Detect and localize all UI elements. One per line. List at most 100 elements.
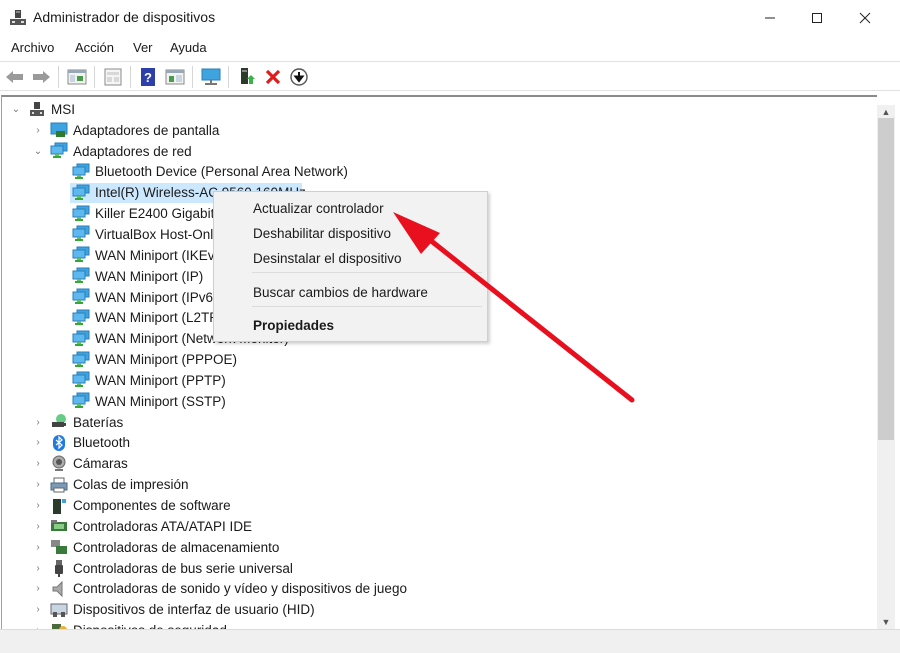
update-driver-button[interactable] [236, 66, 258, 88]
storage-controller-icon [50, 538, 68, 556]
menu-item-update-driver[interactable]: Actualizar controlador [253, 201, 384, 216]
tree-label: Cámaras [73, 456, 128, 472]
tree-device[interactable]: WAN Miniport (PPPOE) [2, 350, 872, 370]
menu-separator [252, 306, 482, 307]
menu-item-scan-hardware[interactable]: Buscar cambios de hardware [253, 285, 428, 300]
close-icon [859, 12, 871, 24]
device-manager-icon [9, 9, 27, 27]
disable-device-button[interactable] [288, 66, 310, 88]
forward-button[interactable] [30, 66, 52, 88]
tree-label: Dispositivos de interfaz de usuario (HID… [73, 602, 315, 618]
ide-controller-icon [50, 517, 68, 535]
tree-category[interactable]: › Controladoras de sonido y vídeo y dispo… [2, 579, 872, 599]
menu-ayuda[interactable]: Ayuda [170, 40, 207, 55]
chevron-right-icon[interactable]: › [33, 583, 43, 594]
network-adapter-icon [72, 225, 90, 243]
chevron-down-icon[interactable]: ⌄ [11, 104, 21, 115]
uninstall-device-button[interactable] [262, 66, 284, 88]
close-button[interactable] [842, 0, 888, 36]
tree-category[interactable]: › Controladoras de almacenamiento [2, 537, 872, 557]
network-adapter-icon [72, 309, 90, 327]
tree-label: Adaptadores de red [73, 143, 192, 159]
back-button[interactable] [4, 66, 26, 88]
tree-category[interactable]: › Controladoras ATA/ATAPI IDE [2, 516, 872, 536]
tree-category[interactable]: › Dispositivos de interfaz de usuario (HI… [2, 600, 872, 620]
menu-item-disable-device[interactable]: Deshabilitar dispositivo [253, 226, 391, 241]
network-adapter-icon [72, 205, 90, 223]
chevron-down-icon[interactable]: ⌄ [33, 146, 43, 157]
console-tree-button[interactable] [66, 66, 88, 88]
tree-device[interactable]: Bluetooth Device (Personal Area Network) [2, 162, 872, 182]
chevron-right-icon[interactable]: › [33, 500, 43, 511]
network-adapter-icon [72, 163, 90, 181]
tree-category[interactable]: › Baterías [2, 412, 872, 432]
network-adapter-icon [72, 267, 90, 285]
chevron-right-icon[interactable]: › [33, 437, 43, 448]
tree-label: WAN Miniport (L2TP) [95, 310, 223, 326]
action-pane-button[interactable] [164, 66, 186, 88]
network-adapter-icon [72, 392, 90, 410]
uninstall-device-icon [265, 69, 281, 85]
chevron-right-icon[interactable]: › [33, 417, 43, 428]
network-adapter-icon [72, 371, 90, 389]
tree-label: WAN Miniport (IP) [95, 268, 204, 284]
tree-label: Controladoras de bus serie universal [73, 560, 293, 576]
forward-arrow-icon [33, 71, 50, 83]
device-tree: ⌄ MSI › Adaptadores de pantalla ⌄ Adaptador… [1, 95, 877, 629]
toolbar-separator [130, 66, 131, 88]
tree-category[interactable]: › Colas de impresión [2, 475, 872, 495]
usb-icon [50, 559, 68, 578]
menu-separator [252, 272, 482, 273]
tree-category[interactable]: ⌄ Adaptadores de red [2, 141, 872, 161]
scrollbar-thumb[interactable] [878, 118, 894, 440]
chevron-right-icon[interactable]: › [33, 479, 43, 490]
speaker-icon [50, 580, 68, 598]
menu-archivo[interactable]: Archivo [11, 40, 54, 55]
tree-label: WAN Miniport (IPv6) [95, 289, 218, 305]
tree-category[interactable]: › Bluetooth [2, 433, 872, 453]
show-action-pane-icon [165, 69, 185, 85]
tree-label: MSI [51, 101, 76, 117]
tree-category[interactable]: › Cámaras [2, 454, 872, 474]
network-adapter-icon [72, 246, 90, 264]
vertical-scrollbar[interactable]: ▲ ▼ [877, 105, 895, 629]
network-adapter-icon [72, 288, 90, 306]
tree-device[interactable]: WAN Miniport (PPTP) [2, 370, 872, 390]
status-bar [0, 629, 900, 653]
chevron-right-icon[interactable]: › [33, 604, 43, 615]
title-bar: Administrador de dispositivos [0, 0, 900, 36]
scroll-up-button[interactable]: ▲ [877, 105, 895, 119]
tree-category[interactable]: › Adaptadores de pantalla [2, 120, 872, 140]
tree-category[interactable]: ›Dispositivos de seguridad [2, 621, 872, 629]
battery-icon [50, 413, 68, 431]
properties-button[interactable] [102, 66, 124, 88]
menu-accion[interactable]: Acción [75, 40, 114, 55]
menu-item-uninstall-device[interactable]: Desinstalar el dispositivo [253, 251, 402, 266]
tree-category[interactable]: › Controladoras de bus serie universal [2, 558, 872, 578]
software-component-icon [50, 497, 68, 515]
maximize-button[interactable] [794, 0, 840, 36]
chevron-up-icon: ▲ [881, 107, 891, 117]
tree-label: WAN Miniport (IKEv2) [95, 247, 227, 263]
scan-hardware-button[interactable] [200, 66, 222, 88]
tree-category[interactable]: › Componentes de software [2, 496, 872, 516]
chevron-right-icon[interactable]: › [33, 521, 43, 532]
tree-device[interactable]: WAN Miniport (SSTP) [2, 391, 872, 411]
tree-root-msi[interactable]: ⌄ MSI [2, 99, 872, 119]
help-button[interactable]: ? [137, 66, 159, 88]
maximize-icon [812, 13, 822, 23]
tree-label: Baterías [73, 414, 124, 430]
tree-label: WAN Miniport (PPPOE) [95, 352, 238, 368]
chevron-right-icon[interactable]: › [33, 542, 43, 553]
toolbar-separator [192, 66, 193, 88]
chevron-right-icon[interactable]: › [33, 458, 43, 469]
minimize-icon [765, 17, 775, 19]
minimize-button[interactable] [747, 0, 793, 36]
tree-label: Bluetooth [73, 435, 131, 451]
menu-item-properties[interactable]: Propiedades [253, 318, 334, 333]
chevron-right-icon[interactable]: › [33, 563, 43, 574]
scroll-down-button[interactable]: ▼ [877, 615, 895, 629]
menu-ver[interactable]: Ver [133, 40, 153, 55]
tree-label: Bluetooth Device (Personal Area Network) [95, 164, 348, 180]
chevron-right-icon[interactable]: › [33, 125, 43, 136]
